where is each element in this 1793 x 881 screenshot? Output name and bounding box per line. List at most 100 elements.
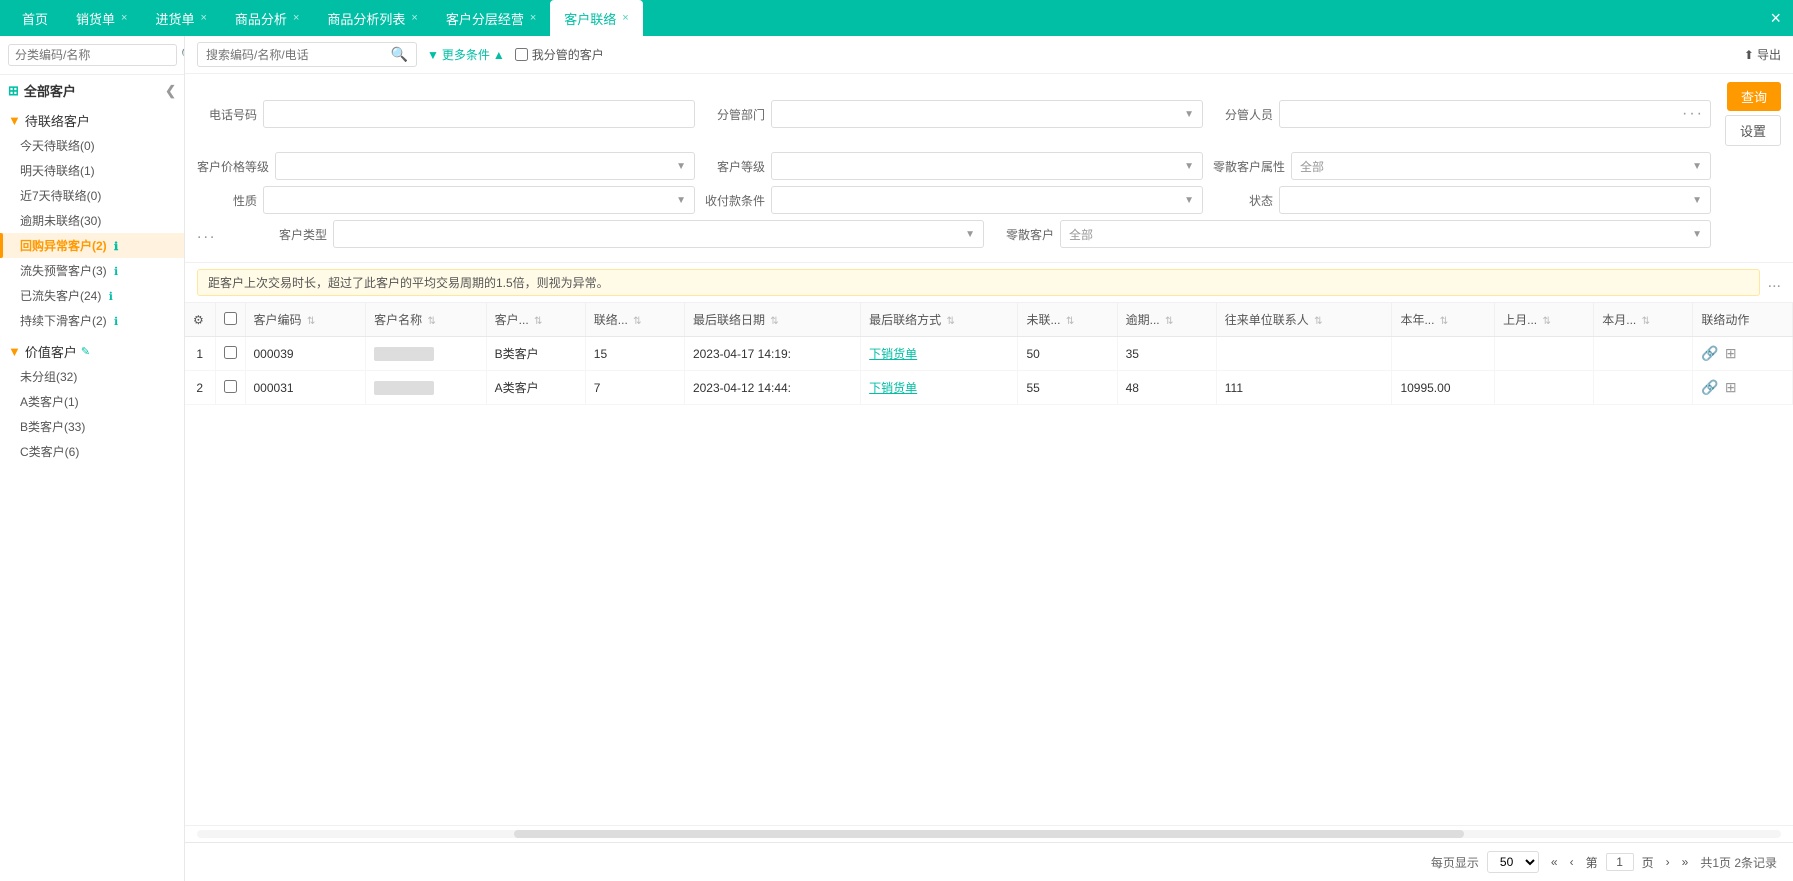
sort-lmonth-icon[interactable]: ⇅ xyxy=(1542,316,1550,327)
sort-contact-icon[interactable]: ⇅ xyxy=(633,316,641,327)
query-button[interactable]: 查询 xyxy=(1727,82,1781,111)
edit-icon[interactable]: ✎ xyxy=(81,345,90,358)
bottom-scrollbar[interactable] xyxy=(185,825,1793,842)
sort-uncontacted-icon[interactable]: ⇅ xyxy=(1066,316,1074,327)
nav-close-tier[interactable]: × xyxy=(530,12,536,24)
nav-purchase-order[interactable]: 进货单 × xyxy=(141,0,220,36)
th-type: 客户... ⇅ xyxy=(486,303,585,337)
dept-select[interactable]: ▼ xyxy=(771,100,1203,128)
gender-select[interactable]: ▼ xyxy=(263,186,695,214)
nav-product-analysis-list[interactable]: 商品分析列表 × xyxy=(313,0,431,36)
nav-close-analysis[interactable]: × xyxy=(293,12,299,24)
action-link-icon[interactable]: 🔗 xyxy=(1701,379,1718,396)
action-btns: 查询 设置 xyxy=(1721,82,1781,146)
sort-overdue-icon[interactable]: ⇅ xyxy=(1165,316,1173,327)
row-last-contact-way[interactable]: 下销货单 xyxy=(861,371,1018,405)
sort-type-icon[interactable]: ⇅ xyxy=(534,316,542,327)
customer-level-select[interactable]: ▼ xyxy=(771,152,1203,180)
phone-input[interactable] xyxy=(270,107,688,121)
row-last-contact-way[interactable]: 下销货单 xyxy=(861,337,1018,371)
tooltip-dots[interactable]: ... xyxy=(1768,274,1781,292)
sidebar-item-unclassified[interactable]: 未分组(32) xyxy=(0,364,184,389)
sidebar-group-pending[interactable]: ▼ 待联络客户 xyxy=(0,106,184,133)
settings-button[interactable]: 设置 xyxy=(1725,115,1781,146)
sidebar-item-7days[interactable]: 近7天待联络(0) xyxy=(0,183,184,208)
my-customer-checkbox[interactable] xyxy=(515,48,528,61)
sidebar-item-class-b[interactable]: B类客户(33) xyxy=(0,414,184,439)
nav-close-contact[interactable]: × xyxy=(622,12,628,24)
last-contact-way-link[interactable]: 下销货单 xyxy=(869,347,917,361)
last-contact-way-link[interactable]: 下销货单 xyxy=(869,381,917,395)
next-page-btn[interactable]: › xyxy=(1662,853,1674,871)
sort-year-icon[interactable]: ⇅ xyxy=(1440,316,1448,327)
retail-attr-select[interactable]: 全部 ▼ xyxy=(1291,152,1711,180)
sort-tmonth-icon[interactable]: ⇅ xyxy=(1642,316,1650,327)
tooltip-text: 距客户上次交易时长，超过了此客户的平均交易周期的1.5倍，则视为异常。 xyxy=(197,269,1760,296)
current-page-input[interactable]: 1 xyxy=(1606,853,1634,871)
nav-customer-contact[interactable]: 客户联络 × xyxy=(550,0,642,36)
sort-date-icon[interactable]: ⇅ xyxy=(770,316,778,327)
sidebar-item-abnormal-repurchase[interactable]: 回购异常客户(2) ℹ xyxy=(0,233,184,258)
th-this-month: 本月... ⇅ xyxy=(1594,303,1693,337)
row-checkbox-cell[interactable] xyxy=(215,337,245,371)
sidebar-item-class-c[interactable]: C类客户(6) xyxy=(0,439,184,464)
price-level-select[interactable]: ▼ xyxy=(275,152,695,180)
row-checkbox-cell[interactable] xyxy=(215,371,245,405)
search-input[interactable] xyxy=(206,48,391,62)
action-link-icon[interactable]: 🔗 xyxy=(1701,345,1718,362)
sidebar-all-customers[interactable]: ⊞ 全部客户 ❮ xyxy=(0,75,184,106)
nav-sales-order[interactable]: 销货单 × xyxy=(62,0,141,36)
last-page-btn[interactable]: » xyxy=(1678,853,1693,871)
nav-product-analysis[interactable]: 商品分析 × xyxy=(221,0,313,36)
sidebar-item-lost[interactable]: 已流失客户(24) ℹ xyxy=(0,283,184,308)
prev-page-btn[interactable]: ‹ xyxy=(1566,853,1578,871)
per-page-select[interactable]: 50 xyxy=(1487,851,1539,873)
nav-home[interactable]: 首页 xyxy=(8,0,62,36)
sidebar-group-value[interactable]: ▼ 价值客户 ✎ xyxy=(0,337,184,364)
row-checkbox[interactable] xyxy=(224,380,237,393)
th-settings[interactable]: ⚙ xyxy=(185,303,215,337)
person-dots[interactable]: ··· xyxy=(1682,105,1704,123)
sidebar-item-tomorrow[interactable]: 明天待联络(1) xyxy=(0,158,184,183)
sidebar-item-class-a[interactable]: A类客户(1) xyxy=(0,389,184,414)
nav-close-purchase[interactable]: × xyxy=(200,12,206,24)
extra-dots[interactable]: ... xyxy=(197,225,216,243)
gender-arrow: ▼ xyxy=(676,195,686,206)
status-select[interactable]: ▼ xyxy=(1279,186,1711,214)
row-this-month xyxy=(1594,371,1693,405)
row-checkbox[interactable] xyxy=(224,346,237,359)
nav-close-sales[interactable]: × xyxy=(121,12,127,24)
select-all-checkbox[interactable] xyxy=(224,312,237,325)
sort-code-icon[interactable]: ⇅ xyxy=(307,316,315,327)
retail-customer-select[interactable]: 全部 ▼ xyxy=(1060,220,1711,248)
sort-name-icon[interactable]: ⇅ xyxy=(427,316,435,327)
sidebar: 🔍 ⊞ 全部客户 ❮ ▼ 待联络客户 今天待联络(0) 明天待联络(1) 近7天… xyxy=(0,36,185,881)
filter-retail-customer: 零散客户 全部 ▼ xyxy=(994,220,1711,248)
sidebar-item-overdue[interactable]: 逾期未联络(30) xyxy=(0,208,184,233)
sort-unit-icon[interactable]: ⇅ xyxy=(1314,316,1322,327)
sort-way-icon[interactable]: ⇅ xyxy=(947,316,955,327)
nav-customer-tier[interactable]: 客户分层经营 × xyxy=(432,0,550,36)
sidebar-item-today[interactable]: 今天待联络(0) xyxy=(0,133,184,158)
search-icon[interactable]: 🔍 xyxy=(391,46,408,63)
payment-select[interactable]: ▼ xyxy=(771,186,1203,214)
action-grid-icon[interactable]: ⊞ xyxy=(1725,345,1737,362)
close-all-tabs[interactable]: × xyxy=(1770,8,1781,29)
phone-input-wrap[interactable] xyxy=(263,100,695,128)
action-grid-icon[interactable]: ⊞ xyxy=(1725,379,1737,396)
more-conditions-btn[interactable]: ▼ 更多条件 ▲ xyxy=(427,46,505,63)
sidebar-collapse-icon[interactable]: ❮ xyxy=(165,83,176,99)
sidebar-item-declining[interactable]: 持续下滑客户(2) ℹ xyxy=(0,308,184,333)
first-page-btn[interactable]: « xyxy=(1547,853,1562,871)
sidebar-item-loss-warning[interactable]: 流失预警客户(3) ℹ xyxy=(0,258,184,283)
row-uncontacted: 55 xyxy=(1018,371,1117,405)
person-input[interactable] xyxy=(1286,107,1682,121)
customer-type-select[interactable]: ▼ xyxy=(333,220,984,248)
data-table: ⚙ 客户编码 ⇅ 客户名称 ⇅ xyxy=(185,303,1793,405)
nav-close-analysis-list[interactable]: × xyxy=(411,12,417,24)
scroll-thumb[interactable] xyxy=(514,830,1464,838)
sidebar-search-input[interactable] xyxy=(8,44,177,66)
person-input-wrap[interactable]: ··· xyxy=(1279,100,1711,128)
th-checkbox[interactable] xyxy=(215,303,245,337)
export-button[interactable]: ⬆ 导出 xyxy=(1744,46,1781,63)
